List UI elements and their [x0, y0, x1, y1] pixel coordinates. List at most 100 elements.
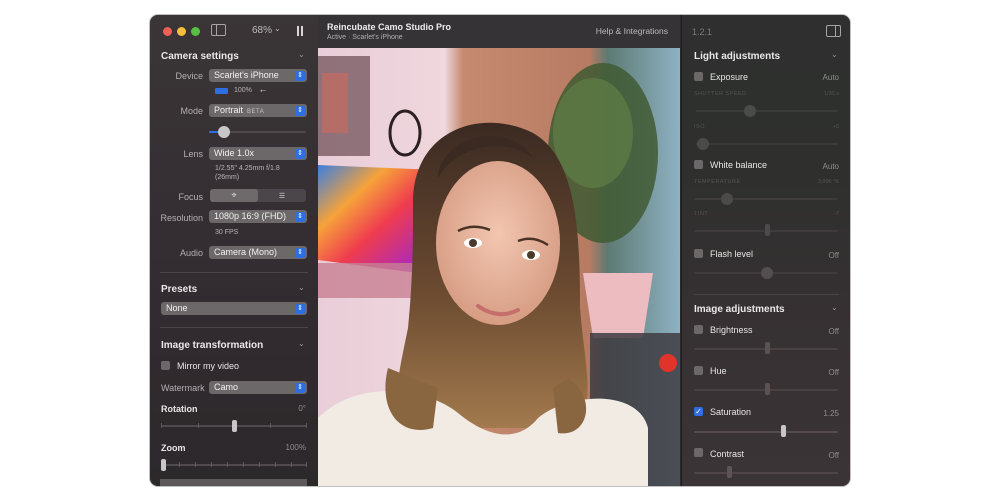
hue-value: Off: [828, 368, 839, 377]
brightness-checkbox[interactable]: [694, 325, 703, 334]
flash-level-slider-knob[interactable]: [761, 267, 773, 279]
watermark-value: Camo: [214, 382, 239, 392]
mirror-video-label: Mirror my video: [177, 361, 240, 371]
slider-tick: [161, 423, 162, 428]
contrast-slider-knob[interactable]: [727, 466, 732, 478]
auto-focus-button[interactable]: ⌖: [210, 189, 258, 202]
presets-select[interactable]: None ⇕: [161, 302, 307, 315]
tint-slider-knob[interactable]: [765, 224, 770, 236]
brightness-slider-knob[interactable]: [765, 342, 770, 354]
white-balance-value: Auto: [822, 162, 839, 171]
resolution-label: Resolution: [160, 213, 203, 223]
temperature-value: 3,996 °K: [817, 179, 839, 185]
device-label: Device: [175, 71, 203, 81]
manual-focus-button[interactable]: ☰: [258, 189, 306, 202]
battery-level: 100%: [234, 87, 252, 94]
light-adjustments-title: Light adjustments: [694, 51, 781, 62]
temperature-slider-track[interactable]: [694, 198, 838, 200]
presets-title: Presets: [161, 284, 198, 295]
hue-checkbox[interactable]: [694, 366, 703, 375]
inspector-toggle-icon[interactable]: [826, 25, 841, 37]
zoom-slider-knob[interactable]: [161, 459, 166, 471]
temperature-slider-knob[interactable]: [721, 193, 733, 205]
rotation-slider-knob[interactable]: [232, 420, 237, 432]
saturation-slider-track[interactable]: [694, 431, 838, 433]
stepper-icon: ⇕: [295, 211, 305, 222]
collapse-light-adjustments-icon[interactable]: ⌄: [831, 50, 838, 59]
hue-slider-knob[interactable]: [765, 383, 770, 395]
iso-slider-track[interactable]: [696, 143, 838, 145]
shutter-speed-slider-knob[interactable]: [744, 105, 756, 117]
focus-label: Focus: [178, 192, 203, 202]
connection-status: Active · Scarlet's iPhone: [327, 34, 403, 41]
maximize-window-button[interactable]: [191, 27, 200, 36]
stepper-icon: ⇕: [295, 382, 305, 393]
lens-equivalent: (26mm): [215, 174, 240, 181]
iso-label: ISO: [694, 124, 705, 130]
flash-level-value: Off: [828, 251, 839, 260]
collapse-image-adjustments-icon[interactable]: ⌄: [831, 303, 838, 312]
pause-icon[interactable]: [297, 26, 304, 36]
audio-select[interactable]: Camera (Mono) ⇕: [209, 246, 307, 259]
slider-tick: [275, 462, 276, 467]
collapse-image-transformation-icon[interactable]: ⌄: [298, 339, 305, 348]
lens-label: Lens: [183, 149, 203, 159]
image-transformation-title: Image transformation: [161, 340, 264, 351]
help-integrations-button[interactable]: Help & Integrations: [596, 26, 668, 36]
zoom-level-dropdown[interactable]: 68%: [252, 25, 272, 36]
chevron-down-icon[interactable]: ⌄: [274, 24, 281, 33]
tint-value: -7: [834, 211, 839, 217]
iso-slider-knob[interactable]: [697, 138, 709, 150]
mode-select[interactable]: Portrait BETA ⇕: [209, 104, 307, 117]
left-sidebar: 68% ⌄ Camera settings ⌄ Device Scarlet's…: [150, 15, 319, 486]
stepper-icon: ⇕: [295, 70, 305, 81]
slider-tick: [211, 462, 212, 467]
slider-tick: [259, 462, 260, 467]
slider-tick: [227, 462, 228, 467]
zoom-value: 100%: [285, 443, 306, 452]
stepper-icon: ⇕: [295, 247, 305, 258]
flash-level-label: Flash level: [710, 249, 754, 259]
divider: [694, 294, 839, 295]
collapse-camera-settings-icon[interactable]: ⌄: [298, 50, 305, 59]
watermark-select[interactable]: Camo ⇕: [209, 381, 307, 394]
tint-label: TINT: [694, 211, 709, 217]
slider-tick: [179, 462, 180, 467]
stepper-icon: ⇕: [295, 105, 305, 116]
slider-tick: [306, 423, 307, 428]
sidebar-toggle-icon[interactable]: [211, 24, 226, 36]
contrast-label: Contrast: [710, 449, 745, 459]
divider: [160, 272, 308, 273]
saturation-value: 1.25: [823, 409, 839, 418]
mode-value: Portrait: [214, 105, 244, 115]
contrast-checkbox[interactable]: [694, 448, 703, 457]
lens-spec: 1/2.55" 4.25mm f/1.8: [215, 165, 280, 172]
camo-studio-window: 68% ⌄ Camera settings ⌄ Device Scarlet's…: [150, 15, 850, 486]
exposure-checkbox[interactable]: [694, 72, 703, 81]
saturation-slider-knob[interactable]: [781, 425, 786, 437]
lens-select[interactable]: Wide 1.0x ⇕: [209, 147, 307, 160]
saturation-checkbox[interactable]: ✓: [694, 407, 703, 416]
white-balance-checkbox[interactable]: [694, 160, 703, 169]
iso-value: +0: [832, 124, 839, 130]
video-header: Reincubate Camo Studio Pro Active · Scar…: [318, 15, 680, 48]
flash-level-checkbox[interactable]: [694, 249, 703, 258]
close-window-button[interactable]: [163, 27, 172, 36]
titlebar-left: 68% ⌄: [150, 15, 318, 48]
exposure-value: Auto: [822, 73, 839, 82]
brightness-value: Off: [828, 327, 839, 336]
shutter-speed-value: 1/30 s: [824, 91, 839, 97]
shutter-speed-slider-track[interactable]: [696, 110, 838, 112]
portrait-blur-slider-knob[interactable]: [218, 126, 230, 138]
shutter-speed-label: SHUTTER SPEED: [694, 91, 747, 97]
slider-tick: [291, 462, 292, 467]
stepper-icon: ⇕: [295, 148, 305, 159]
contrast-slider-track[interactable]: [694, 472, 838, 474]
zoom-slider-track[interactable]: [161, 464, 307, 466]
resolution-select[interactable]: 1080p 16:9 (FHD) ⇕: [209, 210, 307, 223]
minimize-window-button[interactable]: [177, 27, 186, 36]
mirror-video-checkbox[interactable]: [161, 361, 170, 370]
collapse-presets-icon[interactable]: ⌄: [298, 283, 305, 292]
image-adjustments-title: Image adjustments: [694, 304, 785, 315]
device-select[interactable]: Scarlet's iPhone ⇕: [209, 69, 307, 82]
